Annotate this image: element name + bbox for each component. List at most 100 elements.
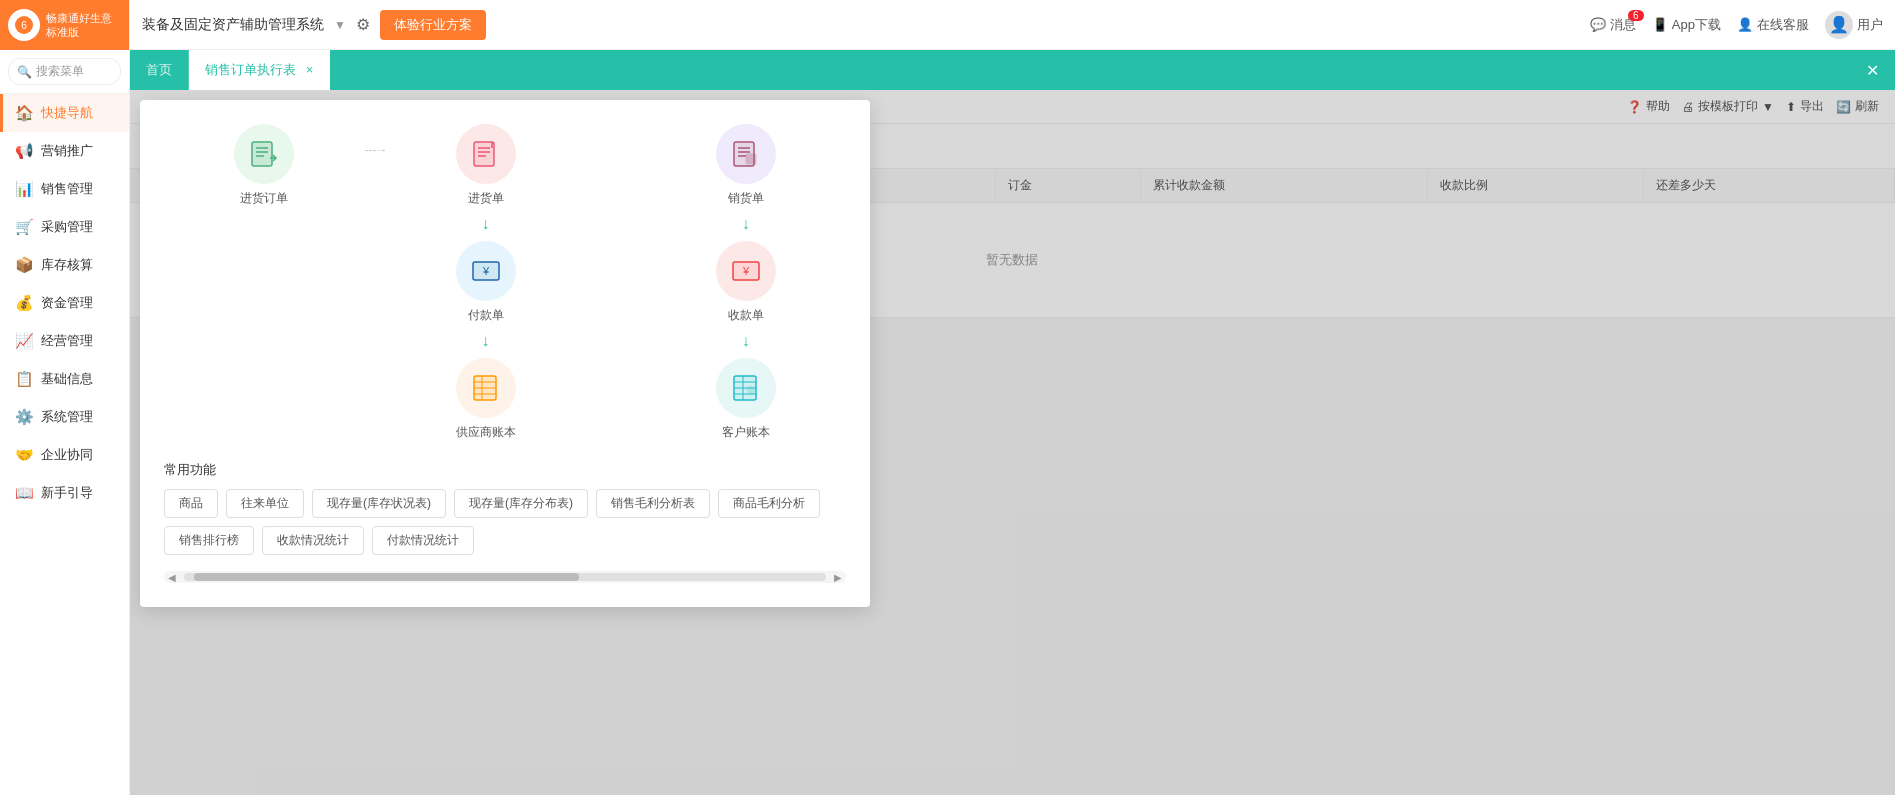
- tab-home[interactable]: 首页: [130, 50, 189, 90]
- logo-text: 畅康通好生意 标准版: [46, 11, 112, 40]
- func-button[interactable]: 付款情况统计: [372, 526, 474, 555]
- service-icon: 👤: [1737, 17, 1753, 32]
- system-title: 装备及固定资产辅助管理系统: [142, 16, 324, 34]
- purchase-bill-circle[interactable]: [456, 124, 516, 184]
- user-avatar-area[interactable]: 👤 用户: [1825, 11, 1883, 39]
- svg-text:6: 6: [21, 20, 27, 31]
- supplier-ledger-node[interactable]: 供应商账本: [456, 358, 516, 441]
- nav-label-inventory: 库存核算: [41, 256, 93, 274]
- arrow-sb-down: ↓: [742, 215, 750, 233]
- nav-icon-system: ⚙️: [15, 408, 33, 426]
- sales-col: 销货单 ↓ ¥ 收款单 ↓: [646, 124, 846, 441]
- customer-ledger-circle[interactable]: [716, 358, 776, 418]
- message-badge: 6: [1628, 10, 1644, 21]
- tab-close-sales-order-exec[interactable]: ×: [306, 63, 313, 77]
- modal-box: 进货订单 - - -→ 进货单 ↓: [140, 100, 870, 607]
- nav-label-finance: 资金管理: [41, 294, 93, 312]
- purchase-bill-col: 进货单 ↓ ¥ 付款单 ↓: [385, 124, 585, 441]
- arrow-pay-down: ↓: [482, 332, 490, 350]
- sidebar-nav: 🏠 快捷导航 📢 营销推广 📊 销售管理 🛒 采购管理 📦 库存核算 💰 资金管…: [0, 94, 129, 512]
- sidebar-item-basic-info[interactable]: 📋 基础信息: [0, 360, 129, 398]
- arrow-pb-down: ↓: [482, 215, 490, 233]
- sidebar-logo: 6 畅康通好生意 标准版: [0, 0, 129, 50]
- online-service-button[interactable]: 👤 在线客服: [1737, 16, 1809, 34]
- purchase-bill-node[interactable]: 进货单: [456, 124, 516, 207]
- close-all-tabs-button[interactable]: ✕: [1850, 61, 1895, 80]
- common-functions: 常用功能 商品往来单位现存量(库存状况表) 现存量(库存分布表) 销售毛利分析表商品…: [164, 461, 846, 555]
- search-icon: 🔍: [17, 65, 32, 79]
- payment-bill-circle[interactable]: ¥: [456, 241, 516, 301]
- purchase-order-node[interactable]: 进货订单: [164, 124, 364, 441]
- tab-bar: 首页销售订单执行表 × ✕: [130, 50, 1895, 90]
- nav-icon-purchase: 🛒: [15, 218, 33, 236]
- common-functions-title: 常用功能: [164, 461, 846, 479]
- func-button[interactable]: 销售排行榜: [164, 526, 254, 555]
- sales-bill-node[interactable]: 销货单: [716, 124, 776, 207]
- tab-sales-order-exec[interactable]: 销售订单执行表 ×: [189, 50, 330, 90]
- receipt-bill-label: 收款单: [728, 307, 764, 324]
- svg-rect-26: [746, 154, 756, 164]
- func-button[interactable]: 收款情况统计: [262, 526, 364, 555]
- nav-icon-sales: 📊: [15, 180, 33, 198]
- nav-icon-basic-info: 📋: [15, 370, 33, 388]
- sidebar-item-enterprise[interactable]: 🤝 企业协同: [0, 436, 129, 474]
- nav-icon-guide: 📖: [15, 484, 33, 502]
- sidebar-search-area: 🔍 搜索菜单: [0, 50, 129, 94]
- system-title-dropdown[interactable]: ▼: [334, 18, 346, 32]
- scrollbar-thumb[interactable]: [194, 573, 579, 581]
- svg-text:¥: ¥: [482, 265, 490, 277]
- func-button[interactable]: 销售毛利分析表: [596, 489, 710, 518]
- scrollbar-left-arrow[interactable]: ◀: [164, 569, 180, 585]
- nav-icon-enterprise: 🤝: [15, 446, 33, 464]
- receipt-bill-node[interactable]: ¥ 收款单: [716, 241, 776, 324]
- nav-label-purchase: 采购管理: [41, 218, 93, 236]
- trial-button[interactable]: 体验行业方案: [380, 10, 486, 40]
- sales-bill-label: 销货单: [728, 190, 764, 207]
- sidebar-item-guide[interactable]: 📖 新手引导: [0, 474, 129, 512]
- sidebar-item-purchase[interactable]: 🛒 采购管理: [0, 208, 129, 246]
- supplier-ledger-circle[interactable]: [456, 358, 516, 418]
- logo-icon: 6: [8, 9, 40, 41]
- sidebar-item-quick-nav[interactable]: 🏠 快捷导航: [0, 94, 129, 132]
- purchase-order-circle[interactable]: [234, 124, 294, 184]
- scrollbar-track[interactable]: [184, 573, 826, 581]
- content-area: ❓ 帮助 🖨 按模板打印 ▼ ⬆ 导出 🔄 刷新 yyyy-mm-dd 📅: [130, 90, 1895, 795]
- modal-overlay: 进货订单 - - -→ 进货单 ↓: [130, 90, 1895, 795]
- func-button[interactable]: 现存量(库存分布表): [454, 489, 588, 518]
- func-button[interactable]: 商品: [164, 489, 218, 518]
- svg-rect-7: [474, 142, 494, 166]
- message-button[interactable]: 💬 消息 6: [1590, 16, 1636, 34]
- sales-bill-circle[interactable]: [716, 124, 776, 184]
- func-buttons-row1: 商品往来单位现存量(库存状况表) 现存量(库存分布表) 销售毛利分析表商品毛利分析: [164, 489, 846, 518]
- receipt-bill-circle[interactable]: ¥: [716, 241, 776, 301]
- modal-scrollbar[interactable]: ◀ ▶: [164, 571, 846, 583]
- payment-bill-node[interactable]: ¥ 付款单: [456, 241, 516, 324]
- mid-spacer: [586, 124, 646, 441]
- sidebar-item-sales[interactable]: 📊 销售管理: [0, 170, 129, 208]
- user-avatar: 👤: [1825, 11, 1853, 39]
- download-icon: 📱: [1652, 17, 1668, 32]
- tab-label-sales-order-exec: 销售订单执行表: [205, 61, 296, 79]
- customer-ledger-node[interactable]: 客户账本: [716, 358, 776, 441]
- sidebar-item-system[interactable]: ⚙️ 系统管理: [0, 398, 129, 436]
- nav-label-guide: 新手引导: [41, 484, 93, 502]
- supplier-ledger-label: 供应商账本: [456, 424, 516, 441]
- func-button[interactable]: 往来单位: [226, 489, 304, 518]
- svg-text:¥: ¥: [742, 265, 750, 277]
- sidebar-item-inventory[interactable]: 📦 库存核算: [0, 246, 129, 284]
- sidebar-item-operations[interactable]: 📈 经营管理: [0, 322, 129, 360]
- func-button[interactable]: 商品毛利分析: [718, 489, 820, 518]
- func-button[interactable]: 现存量(库存状况表): [312, 489, 446, 518]
- nav-label-system: 系统管理: [41, 408, 93, 426]
- scrollbar-right-arrow[interactable]: ▶: [830, 569, 846, 585]
- svg-point-36: [747, 386, 755, 394]
- main-area: 装备及固定资产辅助管理系统 ▼ ⚙ 体验行业方案 💬 消息 6 📱 App下载 …: [130, 0, 1895, 795]
- func-buttons-row2: 销售排行榜收款情况统计付款情况统计: [164, 526, 846, 555]
- svg-rect-2: [252, 142, 272, 166]
- sidebar-item-finance[interactable]: 💰 资金管理: [0, 284, 129, 322]
- settings-gear-button[interactable]: ⚙: [356, 15, 370, 34]
- sidebar-item-marketing[interactable]: 📢 营销推广: [0, 132, 129, 170]
- search-menu-button[interactable]: 🔍 搜索菜单: [8, 58, 121, 85]
- purchase-bill-label: 进货单: [468, 190, 504, 207]
- app-download-button[interactable]: 📱 App下载: [1652, 16, 1721, 34]
